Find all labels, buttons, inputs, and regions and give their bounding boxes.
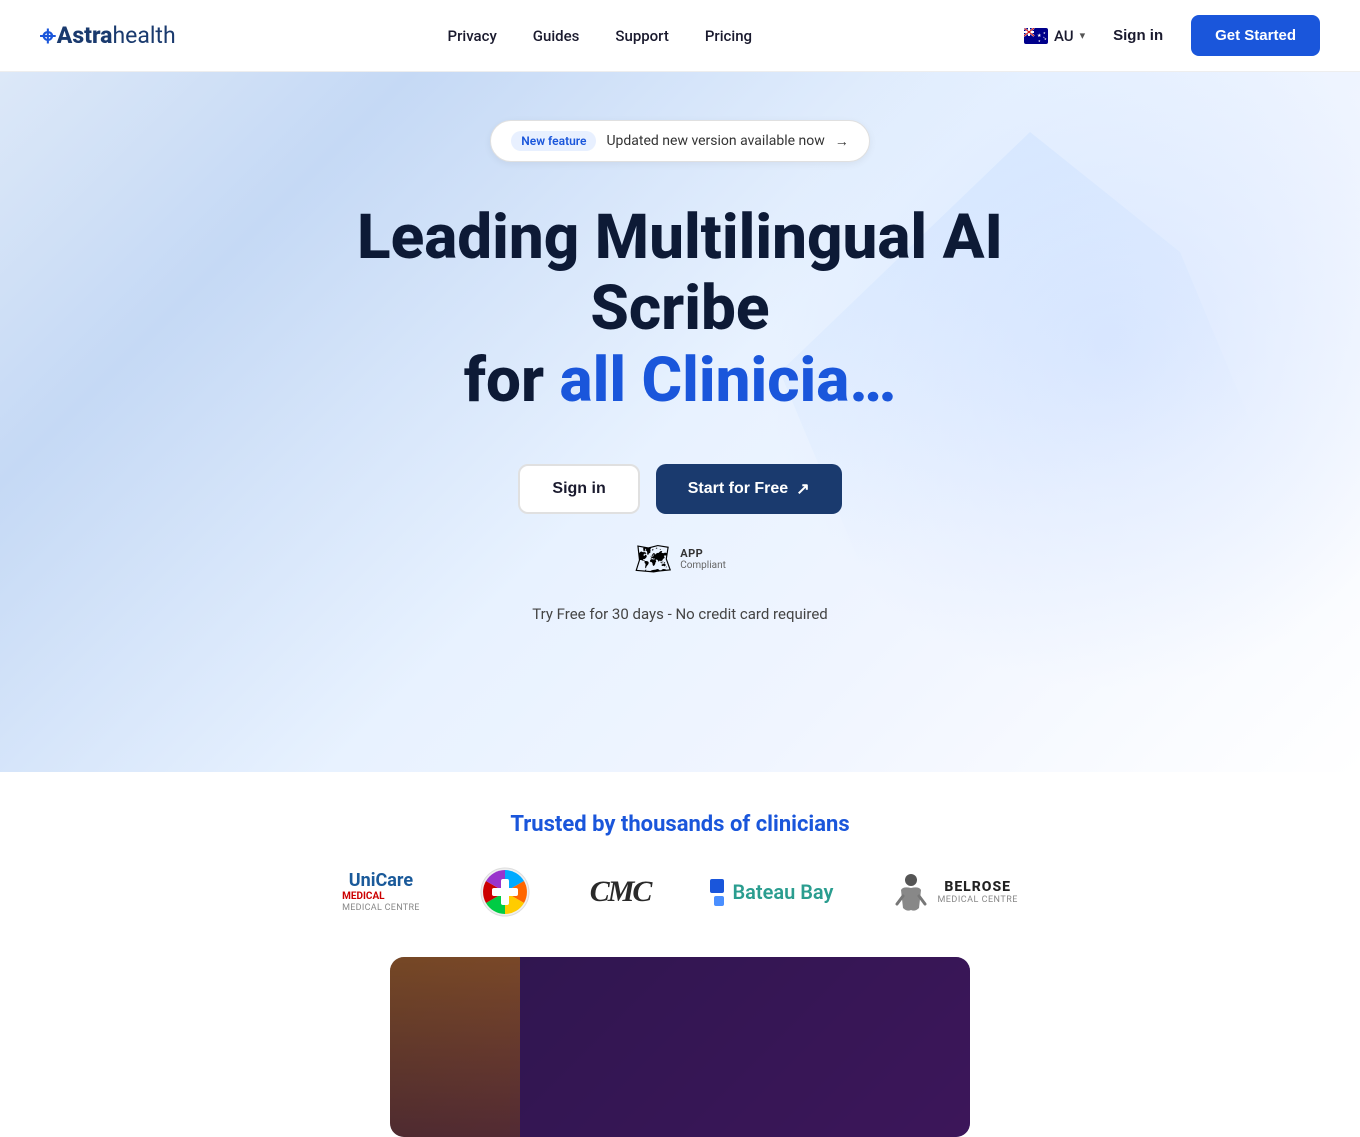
logo[interactable]: ⌖ Astra health bbox=[40, 19, 176, 53]
nav-support[interactable]: Support bbox=[615, 27, 668, 45]
hero-section: New feature Updated new version availabl… bbox=[0, 72, 1360, 772]
logo-icon: ⌖ bbox=[40, 19, 56, 53]
hero-title: Leading Multilingual AI Scribe for all C… bbox=[300, 202, 1060, 416]
unicare-sub2: MEDICAL CENTRE bbox=[342, 903, 420, 914]
signin-button[interactable]: Sign in bbox=[1101, 19, 1175, 52]
app-compliant-sub: Compliant bbox=[680, 560, 726, 572]
svg-text:★: ★ bbox=[1043, 36, 1045, 39]
logos-row: UniCare MEDICAL MEDICAL CENTRE bbox=[0, 867, 1360, 917]
hero-title-line1: Leading Multilingual AI Scribe bbox=[357, 201, 1003, 345]
banner[interactable]: New feature Updated new version availabl… bbox=[490, 120, 870, 162]
hero-title-prefix: for bbox=[464, 344, 560, 417]
belrose-name: BELROSE bbox=[937, 879, 1017, 895]
video-right-panel bbox=[520, 957, 970, 1137]
logo-bateau-bay: Bateau Bay bbox=[710, 879, 833, 906]
try-free-text: Try Free for 30 days - No credit card re… bbox=[532, 605, 828, 623]
nav-links: Privacy Guides Support Pricing bbox=[448, 27, 753, 45]
health-plus-icon bbox=[480, 867, 530, 917]
hero-buttons: Sign in Start for Free ↗ bbox=[518, 464, 841, 514]
bateau-bay-name: Bateau Bay bbox=[732, 880, 833, 904]
app-compliant-label: APP bbox=[680, 547, 726, 560]
banner-arrow-icon: → bbox=[835, 133, 849, 150]
logo-cmc: CMC bbox=[590, 875, 651, 909]
logo-belrose: BELROSE MEDICAL CENTRE bbox=[893, 872, 1017, 912]
belrose-figure-icon bbox=[893, 872, 929, 912]
nav-guides[interactable]: Guides bbox=[533, 27, 580, 45]
bateau-bay-squares-icon bbox=[710, 879, 724, 906]
video-section bbox=[0, 937, 1360, 1137]
hero-start-label: Start for Free bbox=[688, 480, 788, 498]
app-compliant-text: APP Compliant bbox=[680, 547, 726, 572]
trusted-section: Trusted by thousands of clinicians UniCa… bbox=[0, 772, 1360, 937]
hero-title-accent: all Clinicia… bbox=[560, 344, 897, 417]
unicare-name: UniCare bbox=[342, 870, 420, 892]
locale-selector[interactable]: ★ ★ ★ ★ ★ AU ▾ bbox=[1024, 27, 1085, 45]
hero-start-arrow-icon: ↗ bbox=[796, 479, 809, 499]
app-compliant-badge: 🗺 APP Compliant bbox=[634, 542, 726, 577]
logo-health-plus bbox=[480, 867, 530, 917]
nav-privacy[interactable]: Privacy bbox=[448, 27, 497, 45]
unicare-sub-text: MEDICAL bbox=[342, 891, 384, 903]
nav-right: ★ ★ ★ ★ ★ AU ▾ Sign in Get Started bbox=[1024, 15, 1320, 56]
navbar: ⌖ Astra health Privacy Guides Support Pr… bbox=[0, 0, 1360, 72]
nav-pricing[interactable]: Pricing bbox=[705, 27, 752, 45]
locale-text: AU bbox=[1054, 27, 1074, 45]
video-placeholder[interactable] bbox=[390, 957, 970, 1137]
svg-text:★: ★ bbox=[1043, 31, 1046, 35]
banner-text: Updated new version available now bbox=[606, 133, 824, 149]
belrose-sub: MEDICAL CENTRE bbox=[937, 895, 1017, 905]
au-flag-icon: ★ ★ ★ ★ ★ bbox=[1024, 28, 1048, 44]
hero-title-line2: for all Clinicia… bbox=[300, 345, 1060, 416]
trusted-title: Trusted by thousands of clinicians bbox=[0, 812, 1360, 837]
hero-signin-button[interactable]: Sign in bbox=[518, 464, 639, 514]
svg-text:★: ★ bbox=[1038, 39, 1041, 43]
belrose-text-group: BELROSE MEDICAL CENTRE bbox=[937, 879, 1017, 905]
chevron-down-icon: ▾ bbox=[1080, 29, 1086, 42]
australia-map-icon: 🗺 bbox=[634, 542, 672, 577]
logo-health: health bbox=[112, 22, 175, 49]
logo-unicare: UniCare MEDICAL MEDICAL CENTRE bbox=[342, 870, 420, 914]
video-left-panel bbox=[390, 957, 520, 1137]
cmc-name: CMC bbox=[590, 875, 651, 909]
get-started-button[interactable]: Get Started bbox=[1191, 15, 1320, 56]
hero-start-button[interactable]: Start for Free ↗ bbox=[656, 464, 842, 514]
logo-astra: Astra bbox=[57, 22, 113, 49]
banner-badge: New feature bbox=[511, 131, 596, 151]
